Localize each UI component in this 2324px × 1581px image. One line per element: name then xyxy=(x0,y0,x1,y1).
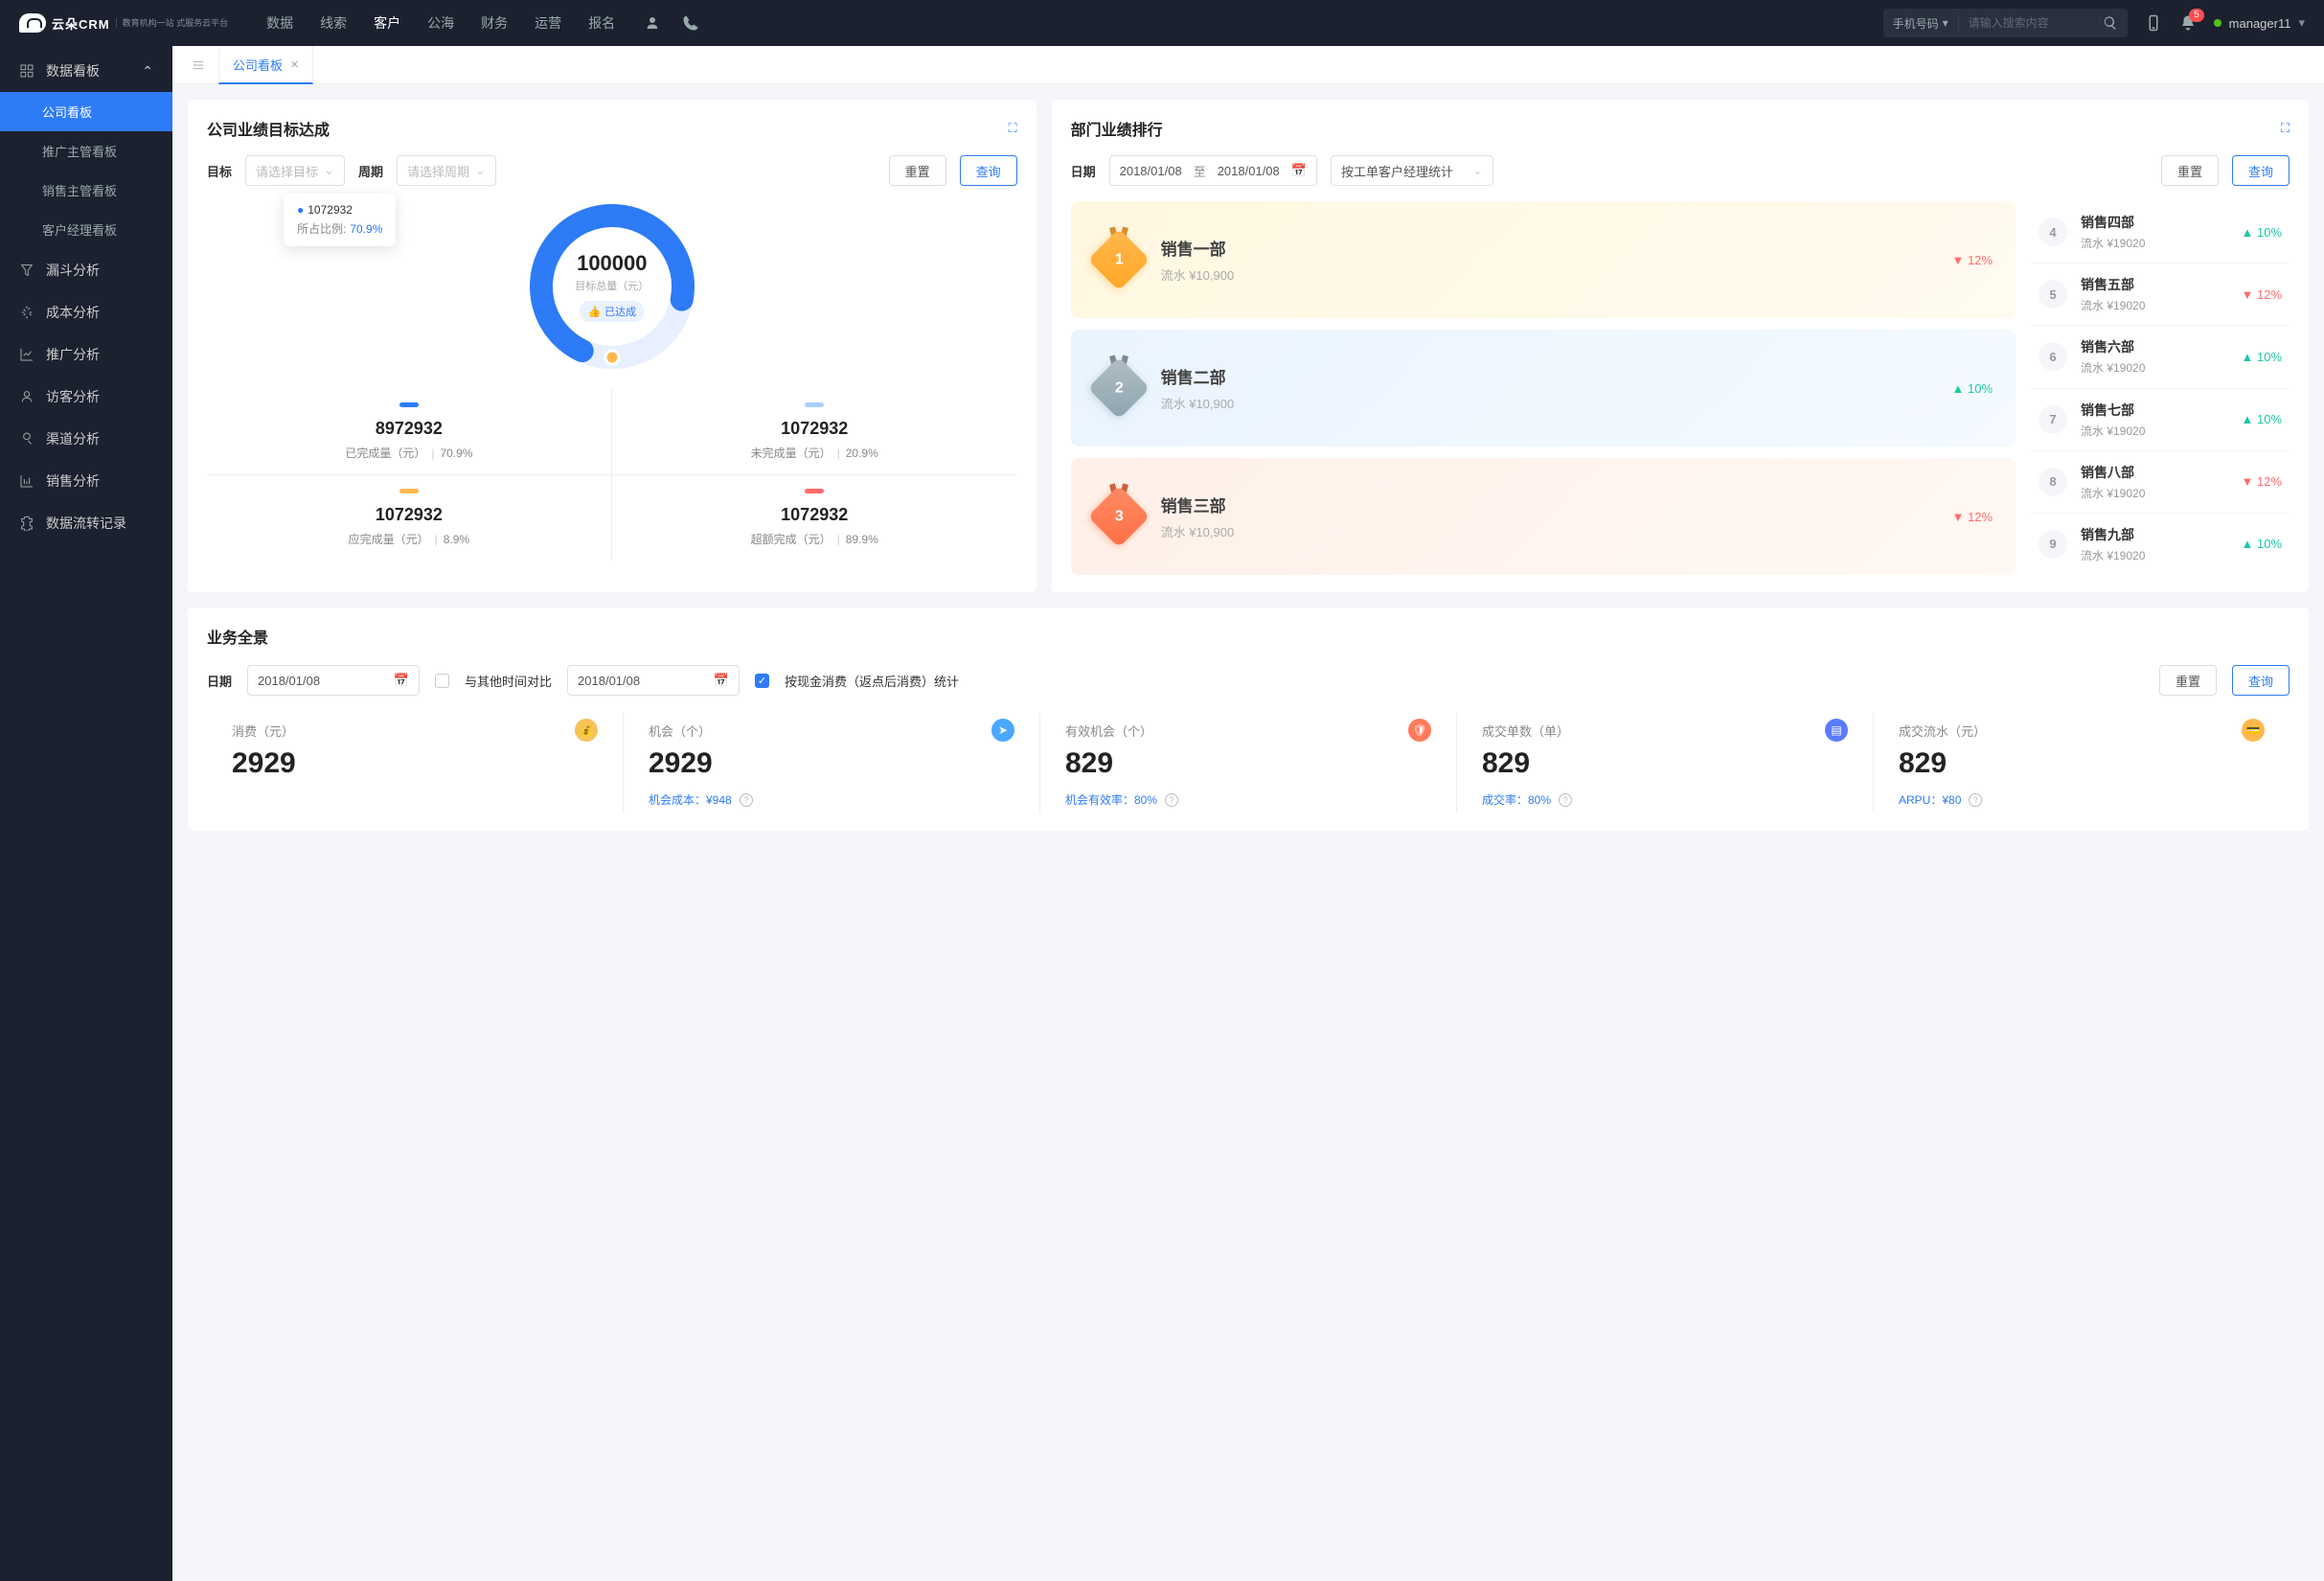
expand-icon[interactable]: ⛶ xyxy=(1008,121,1016,136)
calendar-icon: 📅 xyxy=(394,673,409,688)
sidebar-item[interactable]: 漏斗分析 xyxy=(0,249,172,291)
status-badge: 👍已达成 xyxy=(580,301,644,322)
sidebar-item[interactable]: 推广分析 xyxy=(0,333,172,376)
top-nav: 数据 线索 客户 公海 财务 运营 报名 xyxy=(266,13,615,33)
topnav-item[interactable]: 财务 xyxy=(481,13,508,33)
calendar-icon: 📅 xyxy=(1291,163,1307,178)
rank-row[interactable]: 7销售七部流水 ¥19020▲ 10% xyxy=(2031,389,2290,451)
rank-row[interactable]: 6销售六部流水 ¥19020▲ 10% xyxy=(2031,326,2290,388)
date-from-input[interactable]: 2018/01/08 至 2018/01/08 📅 xyxy=(1109,155,1317,186)
kpi-icon: 🛡 xyxy=(1408,719,1431,742)
goal-stat: 1072932未完成量（元）|20.9% xyxy=(612,389,1017,475)
compare-checkbox[interactable] xyxy=(435,674,449,688)
sidebar-item[interactable]: 成本分析 xyxy=(0,291,172,333)
topnav-item[interactable]: 报名 xyxy=(588,13,615,33)
topnav-item[interactable]: 运营 xyxy=(535,13,561,33)
kpi-item: 有效机会（个）🛡829机会有效率：80% ? xyxy=(1040,713,1457,813)
topnav-item[interactable]: 客户 xyxy=(374,13,400,33)
sidebar-item[interactable]: 数据流转记录 xyxy=(0,502,172,544)
reset-button[interactable]: 重置 xyxy=(889,155,946,186)
medal-icon: 3 xyxy=(1094,492,1144,541)
query-button[interactable]: 查询 xyxy=(2232,155,2290,186)
calendar-icon: 📅 xyxy=(714,673,729,688)
kpi-item: 机会（个）➤2929机会成本：¥948 ? xyxy=(624,713,1040,813)
sidebar: 数据看板 ⌃ 公司看板推广主管看板销售主管看板客户经理看板 漏斗分析成本分析推广… xyxy=(0,46,172,1581)
hamburger-icon[interactable] xyxy=(184,55,213,76)
target-select[interactable]: 请选择目标⌄ xyxy=(245,155,345,186)
sidebar-item[interactable]: 公司看板 xyxy=(0,92,172,131)
card-title: 业务全景 xyxy=(207,625,2290,648)
help-icon[interactable]: ? xyxy=(740,793,753,807)
kpi-item: 成交单数（单）▤829成交率：80% ? xyxy=(1457,713,1874,813)
help-icon[interactable]: ? xyxy=(1165,793,1178,807)
reset-button[interactable]: 重置 xyxy=(2161,155,2219,186)
card-overview: 业务全景 日期 2018/01/08📅 与其他时间对比 2018/01/08📅 … xyxy=(188,607,2309,831)
kpi-item: 成交流水（元）💳829ARPU：¥80 ? xyxy=(1874,713,2290,813)
podium-item[interactable]: 2销售二部流水 ¥10,900▲ 10% xyxy=(1071,330,2016,447)
search-type-select[interactable]: 手机号码▾ xyxy=(1883,15,1959,32)
close-icon[interactable]: ✕ xyxy=(290,58,299,71)
rank-row[interactable]: 5销售五部流水 ¥19020▼ 12% xyxy=(2031,264,2290,326)
phone-icon[interactable] xyxy=(682,14,699,32)
goal-stat: 1072932超额完成（元）|89.9% xyxy=(612,475,1017,561)
donut-chart: 100000 目标总量（元） 👍已达成 xyxy=(521,195,703,378)
device-icon[interactable] xyxy=(2145,14,2162,32)
help-icon[interactable]: ? xyxy=(1969,793,1982,807)
period-select[interactable]: 请选择周期⌄ xyxy=(397,155,496,186)
cash-checkbox[interactable]: ✓ xyxy=(755,674,769,688)
bell-icon[interactable]: 5 xyxy=(2179,14,2197,32)
sidebar-group-dashboard[interactable]: 数据看板 ⌃ xyxy=(0,50,172,92)
kpi-icon: 💳 xyxy=(2242,719,2265,742)
kpi-icon: ➤ xyxy=(991,719,1014,742)
expand-icon[interactable]: ⛶ xyxy=(2281,121,2290,136)
query-button[interactable]: 查询 xyxy=(2232,665,2290,696)
card-title: 公司业绩目标达成 xyxy=(207,117,330,140)
podium-item[interactable]: 3销售三部流水 ¥10,900▼ 12% xyxy=(1071,458,2016,575)
topbar: 云朵CRM 教育机构一站 式服务云平台 数据 线索 客户 公海 财务 运营 报名 手机号码▾… xyxy=(0,0,2324,46)
goal-stat: 1072932应完成量（元）|8.9% xyxy=(207,475,612,561)
logo: 云朵CRM 教育机构一站 式服务云平台 xyxy=(19,13,228,33)
sidebar-item[interactable]: 销售分析 xyxy=(0,460,172,502)
kpi-icon: 💰 xyxy=(575,719,598,742)
person-icon[interactable] xyxy=(644,14,661,32)
medal-icon: 2 xyxy=(1094,363,1144,413)
help-icon[interactable]: ? xyxy=(1559,793,1572,807)
date-input[interactable]: 2018/01/08📅 xyxy=(247,665,420,696)
tabs: 公司看板✕ xyxy=(172,46,2324,84)
notification-badge: 5 xyxy=(2189,9,2204,22)
rank-row[interactable]: 4销售四部流水 ¥19020▲ 10% xyxy=(2031,201,2290,264)
podium-item[interactable]: 1销售一部流水 ¥10,900▼ 12% xyxy=(1071,201,2016,318)
rank-row[interactable]: 9销售九部流水 ¥19020▲ 10% xyxy=(2031,514,2290,575)
sidebar-item[interactable]: 访客分析 xyxy=(0,376,172,418)
query-button[interactable]: 查询 xyxy=(960,155,1017,186)
status-dot-icon xyxy=(2214,19,2221,27)
logo-icon xyxy=(19,13,46,33)
kpi-icon: ▤ xyxy=(1825,719,1848,742)
thumbs-up-icon: 👍 xyxy=(587,306,601,318)
goal-stat: 8972932已完成量（元）|70.9% xyxy=(207,389,612,475)
search-input[interactable] xyxy=(1959,16,2093,30)
kpi-item: 消费（元）💰2929 xyxy=(207,713,624,813)
sidebar-item[interactable]: 客户经理看板 xyxy=(0,210,172,249)
rank-row[interactable]: 8销售八部流水 ¥19020▼ 12% xyxy=(2031,451,2290,514)
card-ranking: 部门业绩排行 ⛶ 日期 2018/01/08 至 2018/01/08 📅 xyxy=(1052,100,2309,592)
topnav-item[interactable]: 线索 xyxy=(320,13,347,33)
card-title: 部门业绩排行 xyxy=(1071,117,1163,140)
topnav-item[interactable]: 数据 xyxy=(266,13,293,33)
medal-icon: 1 xyxy=(1094,235,1144,285)
date-compare-input[interactable]: 2018/01/08📅 xyxy=(567,665,740,696)
group-by-select[interactable]: 按工单客户经理统计⌄ xyxy=(1331,155,1493,186)
sidebar-item[interactable]: 销售主管看板 xyxy=(0,171,172,210)
chart-tooltip: ●1072932 所占比例:70.9% xyxy=(284,194,396,246)
topnav-item[interactable]: 公海 xyxy=(427,13,454,33)
sidebar-item[interactable]: 渠道分析 xyxy=(0,418,172,460)
search-box: 手机号码▾ xyxy=(1883,9,2128,37)
search-icon[interactable] xyxy=(2093,15,2128,31)
sidebar-item[interactable]: 推广主管看板 xyxy=(0,131,172,171)
user-menu[interactable]: manager11▾ xyxy=(2214,15,2305,31)
reset-button[interactable]: 重置 xyxy=(2159,665,2217,696)
tab-company-dashboard[interactable]: 公司看板✕ xyxy=(218,46,313,84)
chevron-up-icon: ⌃ xyxy=(142,63,153,80)
card-goal: 公司业绩目标达成 ⛶ 目标 请选择目标⌄ 周期 请选择周期⌄ 重置 查询 xyxy=(188,100,1037,592)
